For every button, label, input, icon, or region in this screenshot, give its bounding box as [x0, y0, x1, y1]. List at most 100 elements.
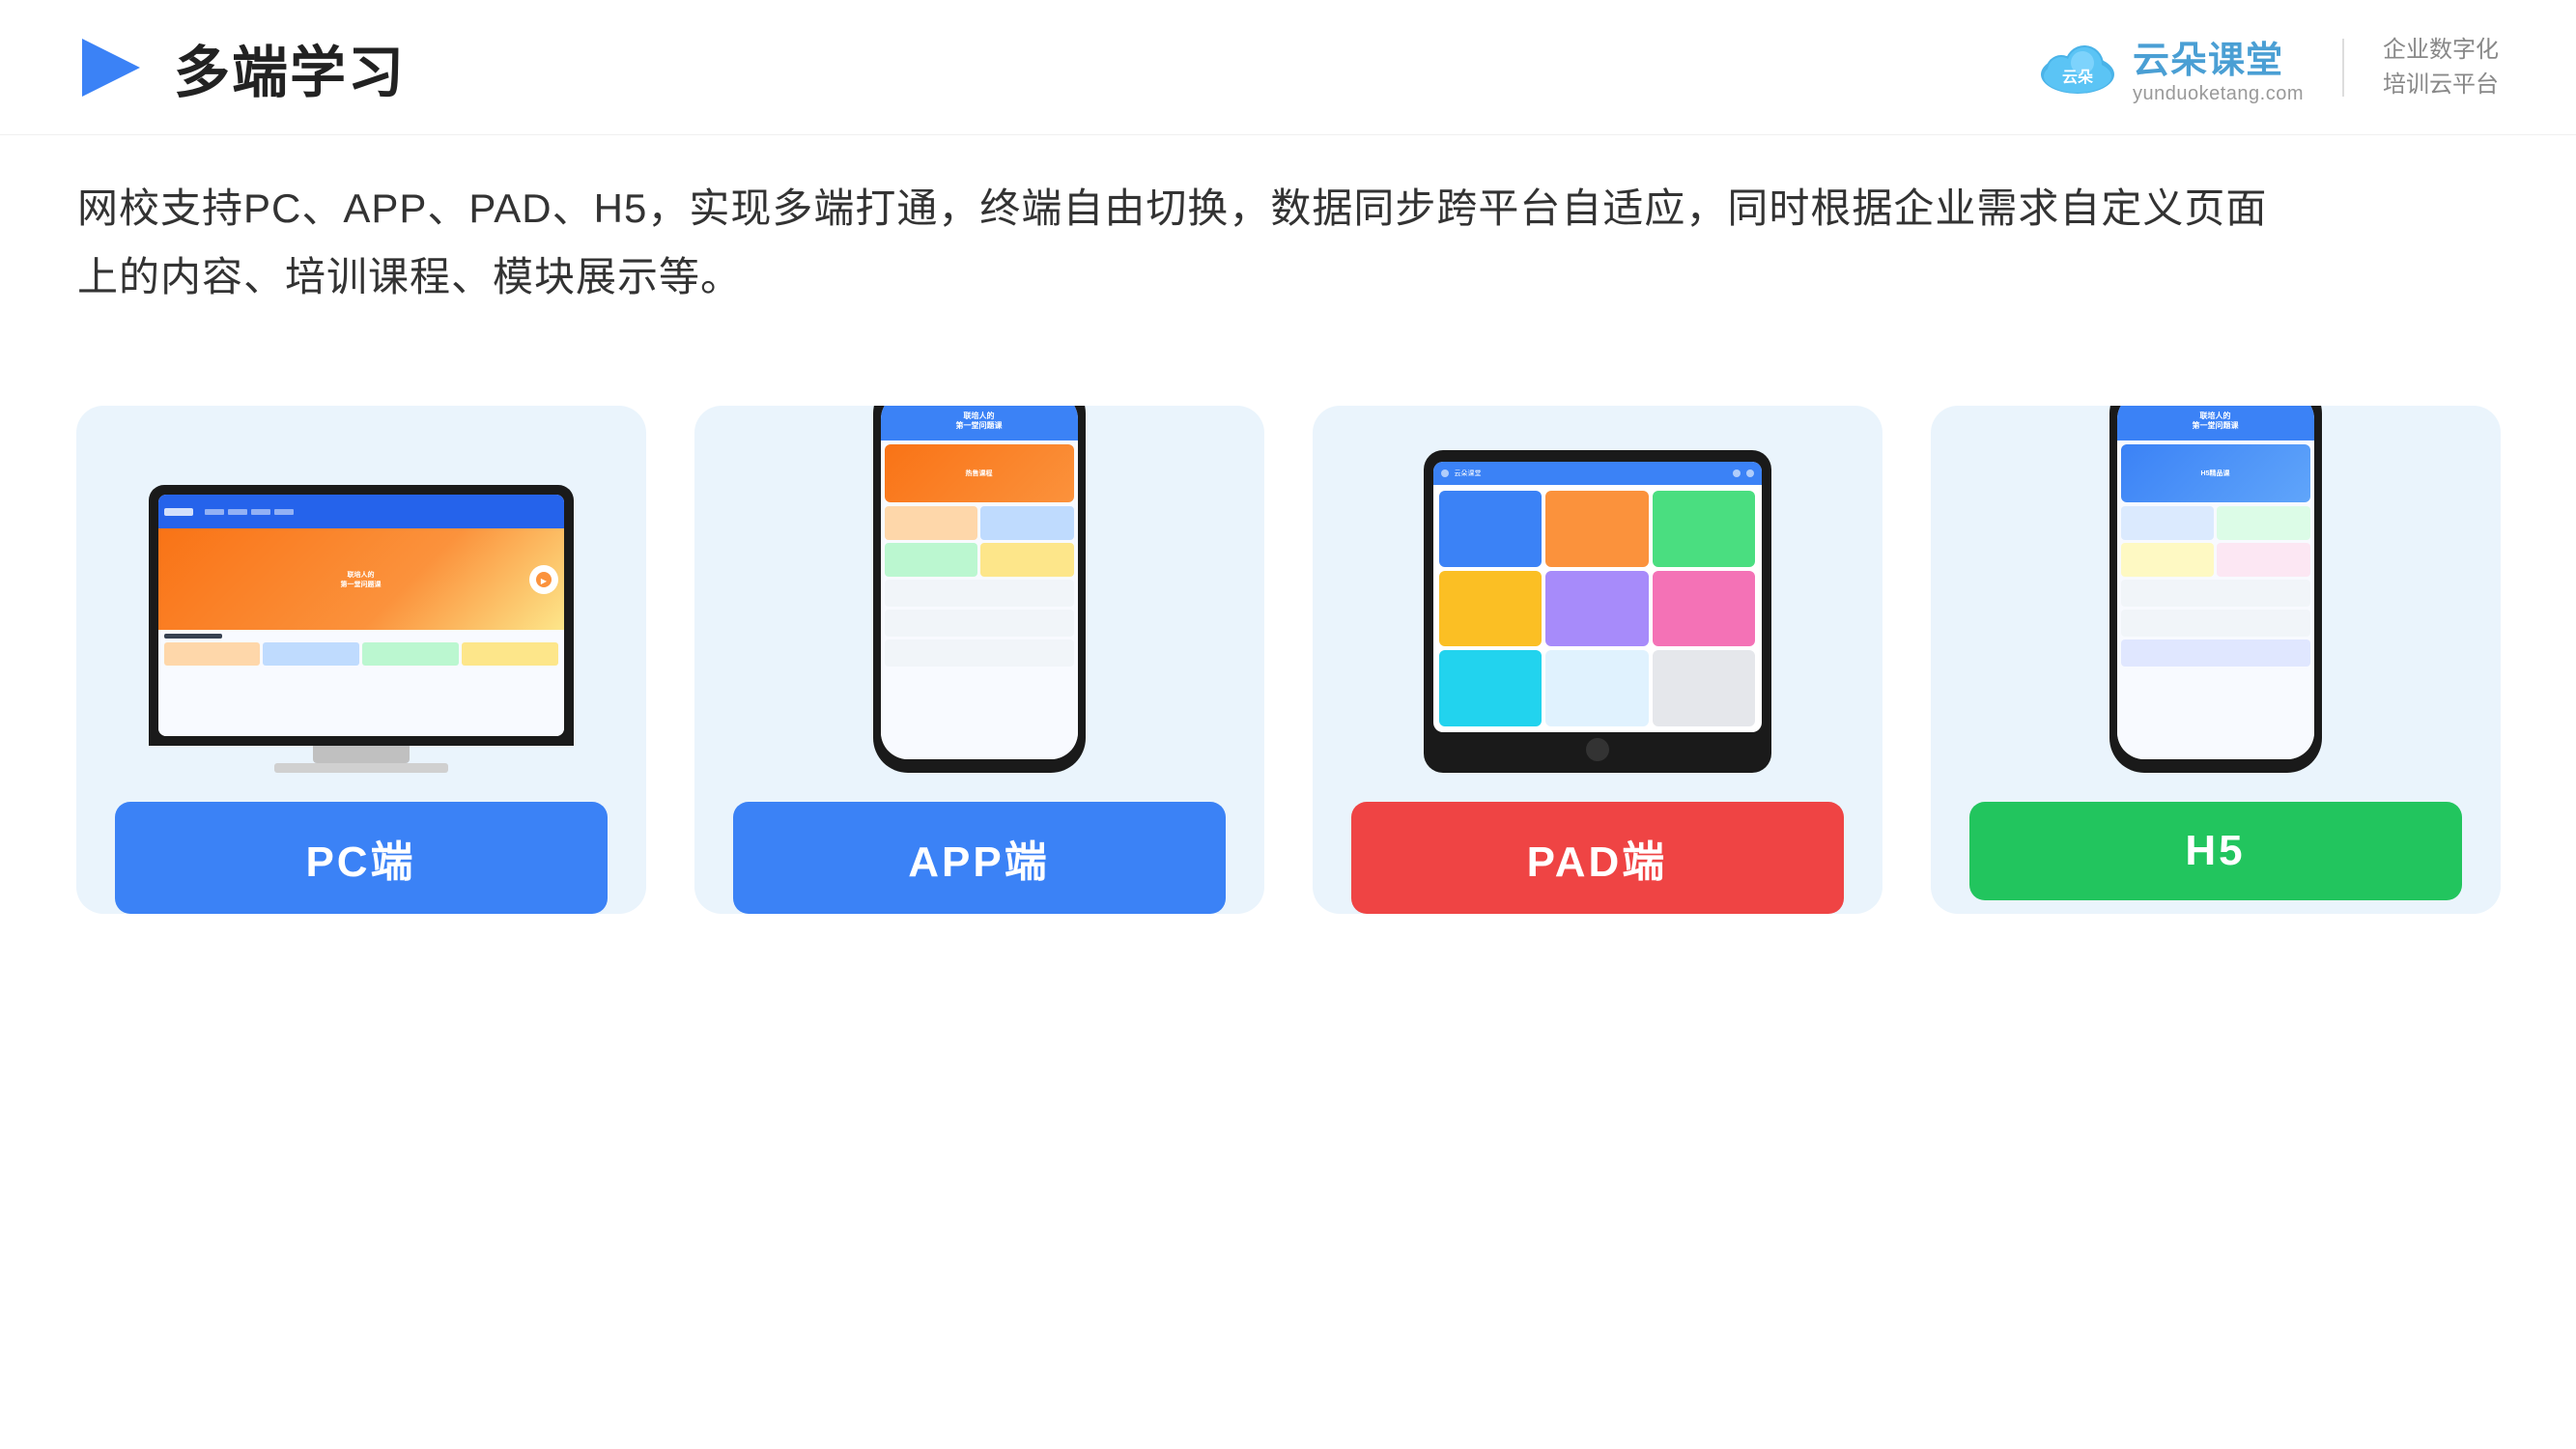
h5-phone-device: 联培人的第一堂问题课 H5精品课	[2109, 406, 2322, 773]
h5-banner-text: H5精品课	[2201, 469, 2230, 478]
h5-screen-banner: H5精品课	[2121, 444, 2310, 502]
pad-home-button	[1586, 738, 1609, 761]
pc-screen-header	[158, 495, 564, 528]
cards-section: 联培人的第一堂问题课 ▶	[58, 406, 2518, 914]
pc-hero-text: 联培人的第一堂问题课	[341, 570, 382, 589]
h5-card-item	[2121, 543, 2215, 577]
app-phone-body: 联培人的第一堂问题课 热售课程	[873, 406, 1086, 773]
h5-card-row	[2121, 506, 2310, 540]
app-phone-device: 联培人的第一堂问题课 热售课程	[873, 406, 1086, 773]
h5-course-item	[2121, 580, 2310, 607]
pad-device-inner: 云朵课堂	[1424, 450, 1771, 773]
brand-desc-line2: 培训云平台	[2383, 68, 2499, 102]
cloud-icon: 云朵	[2034, 34, 2121, 101]
logo-left: 多端学习	[77, 27, 406, 108]
card-pc: 联培人的第一堂问题课 ▶	[76, 406, 646, 914]
pad-grid	[1433, 485, 1762, 732]
brand-name: 云朵课堂	[2133, 30, 2304, 83]
header: 多端学习 云朵 云朵	[0, 0, 2576, 135]
pad-grid-item	[1653, 491, 1756, 567]
h5-device-wrapper: 联培人的第一堂问题课 H5精品课	[1969, 464, 2462, 773]
pc-nav-item	[274, 509, 294, 515]
app-course-item	[885, 639, 1074, 667]
h5-screen-top-text: 联培人的第一堂问题课	[2193, 412, 2239, 430]
pc-screen-section	[158, 630, 564, 736]
pad-nav-dot	[1441, 469, 1449, 477]
pad-grid-item	[1439, 650, 1543, 726]
h5-phone-screen: 联培人的第一堂问题课 H5精品课	[2117, 406, 2314, 759]
pc-course-card	[164, 642, 261, 666]
pc-course-card	[462, 642, 558, 666]
pc-course-card	[362, 642, 459, 666]
pc-base	[274, 763, 448, 773]
pc-device: 联培人的第一堂问题课 ▶	[149, 485, 574, 773]
h5-phone-body: 联培人的第一堂问题课 H5精品课	[2109, 406, 2322, 773]
card-label-pc[interactable]: PC端	[115, 802, 608, 914]
pad-grid-item	[1653, 650, 1756, 726]
brand-text-group: 云朵课堂 yunduoketang.com	[2133, 30, 2304, 105]
brand-url: yunduoketang.com	[2133, 83, 2304, 105]
pad-grid-item	[1439, 491, 1543, 567]
pc-monitor: 联培人的第一堂问题课 ▶	[149, 485, 574, 746]
card-app: 联培人的第一堂问题课 热售课程	[694, 406, 1264, 914]
pc-screen-logo	[164, 508, 193, 516]
pad-nav: 云朵课堂	[1433, 462, 1762, 485]
pc-nav-item	[205, 509, 224, 515]
app-card-item	[980, 543, 1074, 577]
app-screen-banner: 热售课程	[885, 444, 1074, 502]
pad-grid-item	[1545, 650, 1649, 726]
app-card-row	[885, 506, 1074, 540]
app-card-item	[885, 506, 978, 540]
brand-desc-line1: 企业数字化	[2383, 33, 2499, 68]
svg-text:▶: ▶	[540, 577, 547, 585]
cloud-logo: 云朵 云朵课堂 yunduoketang.com	[2034, 30, 2304, 105]
app-banner-text: 热售课程	[966, 469, 993, 478]
vertical-divider	[2342, 39, 2344, 97]
card-label-app[interactable]: APP端	[733, 802, 1226, 914]
h5-screen-body: H5精品课	[2117, 440, 2314, 759]
app-phone-screen: 联培人的第一堂问题课 热售课程	[881, 406, 1078, 759]
pad-grid-item	[1653, 571, 1756, 647]
pc-course-row	[164, 642, 558, 666]
card-h5: 联培人的第一堂问题课 H5精品课	[1931, 406, 2501, 914]
pc-nav-item	[228, 509, 247, 515]
pc-course-card	[263, 642, 359, 666]
h5-course-item	[2121, 639, 2310, 667]
pad-grid-item	[1439, 571, 1543, 647]
pc-nav-item	[251, 509, 270, 515]
app-course-item	[885, 580, 1074, 607]
pc-hero-badge: ▶	[529, 565, 558, 594]
svg-text:云朵: 云朵	[2062, 69, 2093, 86]
card-pad: 云朵课堂	[1313, 406, 1882, 914]
pc-screen-hero: 联培人的第一堂问题课 ▶	[158, 528, 564, 630]
h5-screen-top: 联培人的第一堂问题课	[2117, 406, 2314, 440]
card-label-h5[interactable]: H5	[1969, 802, 2462, 900]
pc-device-wrapper: 联培人的第一堂问题课 ▶	[115, 464, 608, 773]
h5-card-row2	[2121, 543, 2310, 577]
pc-screen-nav	[205, 509, 294, 515]
pad-body: 云朵课堂	[1424, 450, 1771, 773]
h5-card-item	[2217, 506, 2310, 540]
page-title: 多端学习	[174, 27, 406, 108]
pc-mini-screen: 联培人的第一堂问题课 ▶	[158, 495, 564, 736]
pad-device-wrapper: 云朵课堂	[1351, 464, 1844, 773]
pad-grid-item	[1545, 571, 1649, 647]
pad-screen: 云朵课堂	[1433, 462, 1762, 732]
app-screen-body: 热售课程	[881, 440, 1078, 759]
app-device-wrapper: 联培人的第一堂问题课 热售课程	[733, 464, 1226, 773]
description-line2: 上的内容、培训课程、模块展示等。	[77, 242, 2499, 311]
brand-description: 企业数字化 培训云平台	[2383, 33, 2499, 102]
h5-course-item	[2121, 610, 2310, 637]
app-screen-top: 联培人的第一堂问题课	[881, 406, 1078, 440]
pc-screen: 联培人的第一堂问题课 ▶	[158, 495, 564, 736]
pad-nav-text: 云朵课堂	[1455, 469, 1482, 478]
app-screen-top-text: 联培人的第一堂问题课	[956, 412, 1003, 430]
play-icon	[77, 34, 145, 101]
h5-card-item	[2121, 506, 2215, 540]
card-label-pad[interactable]: PAD端	[1351, 802, 1844, 914]
pad-nav-dot2	[1733, 469, 1741, 477]
app-course-item	[885, 610, 1074, 637]
description-block: 网校支持PC、APP、PAD、H5，实现多端打通，终端自由切换，数据同步跨平台自…	[77, 174, 2499, 312]
app-card-row2	[885, 543, 1074, 577]
pc-section-title	[164, 634, 222, 639]
